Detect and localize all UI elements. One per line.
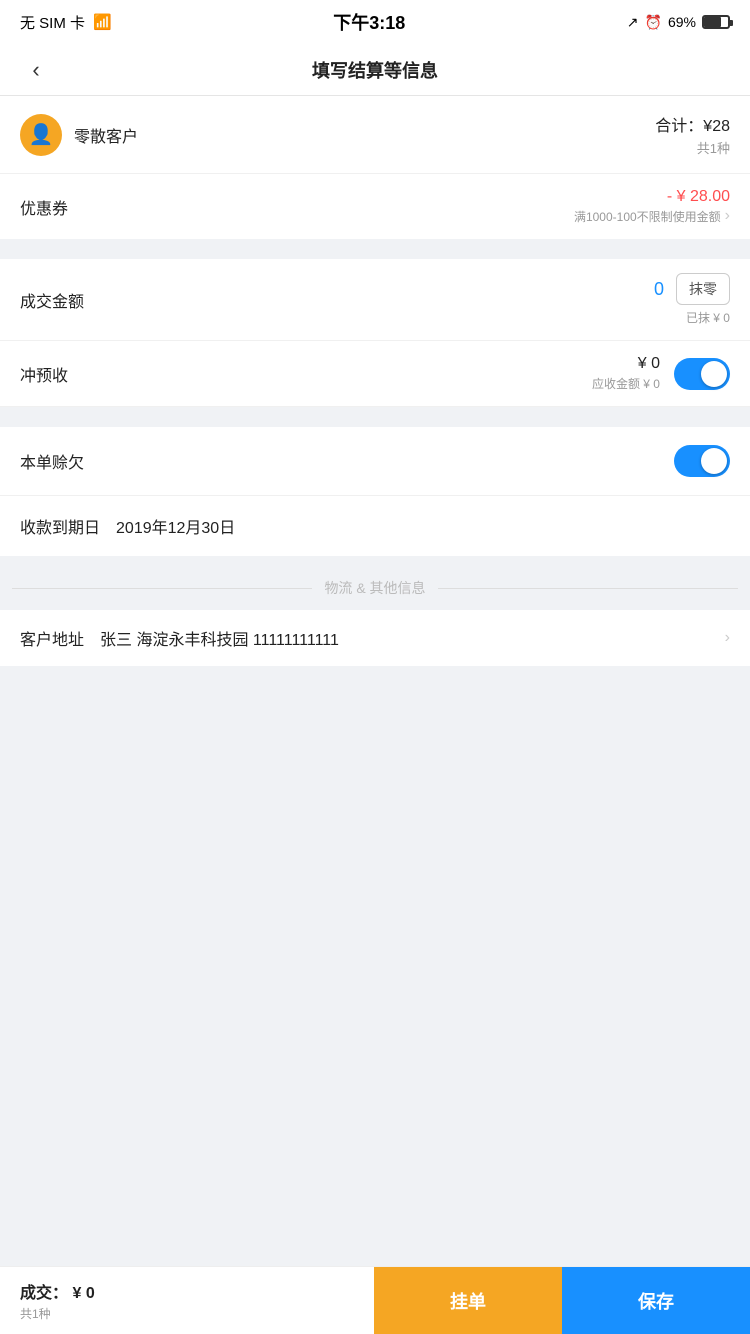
already-zeroed: 已抹 ¥ 0: [654, 309, 730, 326]
status-right: ↗ ⏰ 69%: [627, 14, 730, 31]
logistics-line-left: [12, 588, 312, 589]
battery-percent: 69%: [668, 14, 696, 30]
coupon-desc: 满1000-100不限制使用金额: [574, 208, 721, 225]
sim-label: 无 SIM 卡: [20, 12, 85, 33]
address-value: 张三 海淀永丰科技园 11111111111: [100, 626, 717, 650]
status-bar: 无 SIM 卡 📶 下午3:18 ↗ ⏰ 69%: [0, 0, 750, 44]
customer-row: 👤 零散客户 合计：¥28 共1种: [0, 96, 750, 173]
total-amount: 合计：¥28: [655, 112, 730, 136]
status-left: 无 SIM 卡 📶: [20, 12, 112, 33]
transaction-value: 0: [654, 279, 664, 300]
due-date-label: 收款到期日: [20, 514, 100, 538]
coupon-right: - ¥ 28.00 满1000-100不限制使用金额 ›: [574, 188, 730, 225]
divider-2: [0, 417, 750, 427]
coupon-row[interactable]: 优惠券 - ¥ 28.00 满1000-100不限制使用金额 ›: [0, 173, 750, 239]
alarm-icon: ⏰: [645, 14, 662, 31]
bottom-deal-row: 成交： ¥ 0: [20, 1279, 354, 1303]
total-count: 共1种: [655, 138, 730, 157]
transaction-row: 成交金额 0 抹零 已抹 ¥ 0: [0, 259, 750, 341]
bottom-count: 共1种: [20, 1305, 354, 1322]
due-date-value: 2019年12月30日: [116, 514, 235, 538]
logistics-divider: 物流 & 其他信息: [0, 566, 750, 610]
prepayment-row: 冲预收 ¥ 0 应收金额 ¥ 0: [0, 341, 750, 407]
bottom-deal-value: ¥ 0: [72, 1285, 94, 1302]
logistics-text: 物流 & 其他信息: [324, 578, 425, 598]
address-label: 客户地址: [20, 626, 100, 650]
prepayment-right: ¥ 0 应收金额 ¥ 0: [592, 355, 730, 392]
transaction-section: 成交金额 0 抹零 已抹 ¥ 0 冲预收 ¥ 0 应收金额 ¥ 0: [0, 259, 750, 407]
bottom-spacer: [0, 676, 750, 756]
debit-toggle[interactable]: [674, 445, 730, 477]
pending-button[interactable]: 挂单: [374, 1267, 562, 1334]
toggle-circle: [701, 361, 727, 387]
status-time: 下午3:18: [333, 9, 405, 35]
address-section: 客户地址 张三 海淀永丰科技园 11111111111 ›: [0, 610, 750, 666]
coupon-discount: - ¥ 28.00: [574, 188, 730, 206]
battery-icon: [702, 15, 730, 29]
nav-title: 填写结算等信息: [312, 57, 438, 83]
prepayment-amounts: ¥ 0 应收金额 ¥ 0: [592, 355, 660, 392]
save-button[interactable]: 保存: [562, 1267, 750, 1334]
customer-left: 👤 零散客户: [20, 114, 138, 156]
coupon-label: 优惠券: [20, 195, 68, 219]
nav-bar: ‹ 填写结算等信息: [0, 44, 750, 96]
prepayment-label: 冲预收: [20, 362, 68, 386]
back-button[interactable]: ‹: [16, 50, 56, 90]
customer-total-area: 合计：¥28 共1种: [655, 112, 730, 157]
avatar: 👤: [20, 114, 62, 156]
debit-row: 本单赊欠: [0, 427, 750, 496]
bottom-deal-label: 成交：: [20, 1285, 68, 1302]
transaction-label: 成交金额: [20, 288, 84, 312]
chevron-right-icon: ›: [725, 207, 730, 225]
round-zero-button[interactable]: 抹零: [676, 273, 730, 305]
bottom-bar: 成交： ¥ 0 共1种 挂单 保存: [0, 1266, 750, 1334]
prepayment-toggle[interactable]: [674, 358, 730, 390]
transaction-right: 0 抹零 已抹 ¥ 0: [654, 273, 730, 326]
debit-label: 本单赊欠: [20, 449, 84, 473]
address-row[interactable]: 客户地址 张三 海淀永丰科技园 11111111111 ›: [0, 610, 750, 666]
logistics-line-right: [438, 588, 738, 589]
wifi-icon: 📶: [93, 13, 112, 31]
debit-section: 本单赊欠 收款到期日 2019年12月30日: [0, 427, 750, 556]
address-chevron-icon: ›: [725, 629, 730, 647]
bottom-summary: 成交： ¥ 0 共1种: [0, 1279, 374, 1322]
location-icon: ↗: [627, 14, 639, 31]
debit-toggle-circle: [701, 448, 727, 474]
divider-1: [0, 249, 750, 259]
prepayment-amount: ¥ 0: [592, 355, 660, 373]
due-date-row: 收款到期日 2019年12月30日: [0, 496, 750, 556]
avatar-icon: 👤: [29, 122, 54, 147]
prepayment-receivable: 应收金额 ¥ 0: [592, 375, 660, 392]
customer-section: 👤 零散客户 合计：¥28 共1种 优惠券 - ¥ 28.00 满1000-10…: [0, 96, 750, 239]
customer-name: 零散客户: [74, 123, 138, 147]
